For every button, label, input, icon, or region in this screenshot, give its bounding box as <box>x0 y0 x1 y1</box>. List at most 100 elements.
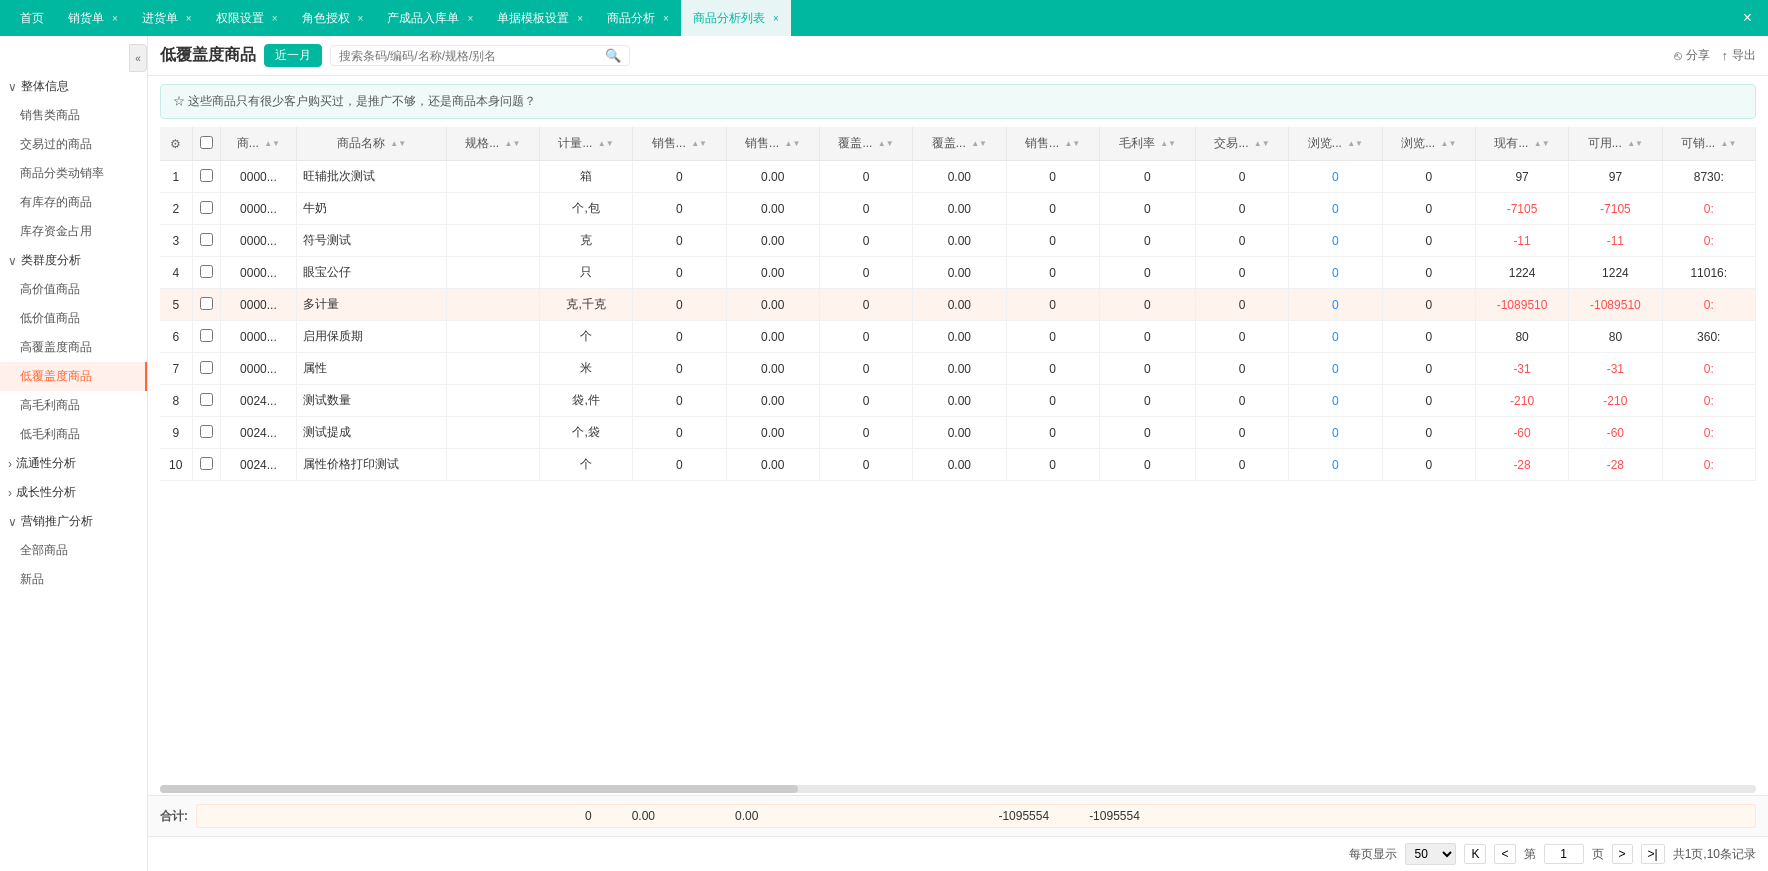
th-unit[interactable]: 计量... ▲▼ <box>539 127 632 161</box>
next-page-btn[interactable]: > <box>1612 844 1633 864</box>
sidebar-item-capital-usage[interactable]: 库存资金占用 <box>0 217 147 246</box>
horizontal-scrollbar[interactable] <box>160 785 1756 793</box>
th-cov2[interactable]: 覆盖... ▲▼ <box>913 127 1006 161</box>
nav-permission[interactable]: 权限设置 × <box>204 0 290 36</box>
row-select-checkbox[interactable] <box>200 169 213 182</box>
th-sales3[interactable]: 销售... ▲▼ <box>1006 127 1099 161</box>
nav-close-icon[interactable]: × <box>186 13 192 24</box>
row-select-checkbox[interactable] <box>200 425 213 438</box>
scrollbar-thumb[interactable] <box>160 785 798 793</box>
row-select-checkbox[interactable] <box>200 329 213 342</box>
row-select-checkbox[interactable] <box>200 265 213 278</box>
row-browse1[interactable]: 0 <box>1289 161 1382 193</box>
sidebar-item-high-coverage[interactable]: 高覆盖度商品 <box>0 333 147 362</box>
row-select-checkbox[interactable] <box>200 393 213 406</box>
last-page-btn[interactable]: >| <box>1641 844 1665 864</box>
nav-close-icon[interactable]: × <box>577 13 583 24</box>
th-browse2[interactable]: 浏览... ▲▼ <box>1382 127 1475 161</box>
th-current[interactable]: 现有... ▲▼ <box>1475 127 1568 161</box>
settings-icon[interactable]: ⚙ <box>170 137 181 151</box>
row-checkbox[interactable] <box>192 449 220 481</box>
row-checkbox[interactable] <box>192 321 220 353</box>
export-btn[interactable]: ↑ 导出 <box>1722 47 1757 64</box>
prev-page-btn[interactable]: < <box>1494 844 1515 864</box>
row-browse1[interactable]: 0 <box>1289 321 1382 353</box>
sidebar-item-sales-goods[interactable]: 销售类商品 <box>0 101 147 130</box>
sidebar-section-cluster[interactable]: ∨ 类群度分析 <box>0 246 147 275</box>
row-browse1[interactable]: 0 <box>1289 193 1382 225</box>
browse1-link[interactable]: 0 <box>1332 170 1339 184</box>
row-checkbox[interactable] <box>192 417 220 449</box>
sidebar-item-traded-goods[interactable]: 交易过的商品 <box>0 130 147 159</box>
per-page-select[interactable]: 50 100 200 <box>1405 843 1456 865</box>
th-name[interactable]: 商品名称 ▲▼ <box>297 127 446 161</box>
select-all-checkbox[interactable] <box>200 136 213 149</box>
row-checkbox[interactable] <box>192 385 220 417</box>
filter-recent-month-btn[interactable]: 近一月 <box>264 44 322 67</box>
nav-product-analysis-list[interactable]: 商品分析列表 × <box>681 0 791 36</box>
browse1-link[interactable]: 0 <box>1332 362 1339 376</box>
row-select-checkbox[interactable] <box>200 361 213 374</box>
row-browse1[interactable]: 0 <box>1289 417 1382 449</box>
nav-product-inbound[interactable]: 产成品入库单 × <box>375 0 485 36</box>
th-cov1[interactable]: 覆盖... ▲▼ <box>819 127 912 161</box>
browse1-link[interactable]: 0 <box>1332 330 1339 344</box>
row-browse1[interactable]: 0 <box>1289 225 1382 257</box>
row-checkbox[interactable] <box>192 257 220 289</box>
window-close-button[interactable]: × <box>1735 9 1760 27</box>
th-gross[interactable]: 毛利率 ▲▼ <box>1099 127 1195 161</box>
sidebar-section-overall[interactable]: ∨ 整体信息 <box>0 72 147 101</box>
nav-close-icon[interactable]: × <box>663 13 669 24</box>
row-browse1[interactable]: 0 <box>1289 385 1382 417</box>
table-container[interactable]: ⚙ 商... ▲▼ 商品名称 ▲▼ <box>148 127 1768 783</box>
nav-role-auth[interactable]: 角色授权 × <box>290 0 376 36</box>
row-select-checkbox[interactable] <box>200 201 213 214</box>
sidebar-item-stock-goods[interactable]: 有库存的商品 <box>0 188 147 217</box>
sidebar-item-category-rate[interactable]: 商品分类动销率 <box>0 159 147 188</box>
row-select-checkbox[interactable] <box>200 457 213 470</box>
row-select-checkbox[interactable] <box>200 297 213 310</box>
th-sales-qty[interactable]: 销售... ▲▼ <box>633 127 726 161</box>
row-checkbox[interactable] <box>192 225 220 257</box>
sidebar-item-low-coverage[interactable]: 低覆盖度商品 <box>0 362 147 391</box>
sidebar-item-high-value[interactable]: 高价值商品 <box>0 275 147 304</box>
th-settings[interactable]: ⚙ <box>160 127 192 161</box>
th-code[interactable]: 商... ▲▼ <box>220 127 297 161</box>
nav-sales-order[interactable]: 销货单 × <box>56 0 130 36</box>
nav-template[interactable]: 单据模板设置 × <box>485 0 595 36</box>
search-input[interactable] <box>339 49 605 63</box>
browse1-link[interactable]: 0 <box>1332 394 1339 408</box>
sidebar-item-all-goods[interactable]: 全部商品 <box>0 536 147 565</box>
nav-purchase-order[interactable]: 进货单 × <box>130 0 204 36</box>
nav-close-icon[interactable]: × <box>112 13 118 24</box>
sidebar-item-new-goods[interactable]: 新品 <box>0 565 147 594</box>
row-select-checkbox[interactable] <box>200 233 213 246</box>
th-trans[interactable]: 交易... ▲▼ <box>1195 127 1288 161</box>
browse1-link[interactable]: 0 <box>1332 234 1339 248</box>
nav-close-icon[interactable]: × <box>358 13 364 24</box>
browse1-link[interactable]: 0 <box>1332 458 1339 472</box>
sidebar-item-low-margin[interactable]: 低毛利商品 <box>0 420 147 449</box>
browse1-link[interactable]: 0 <box>1332 266 1339 280</box>
share-btn[interactable]: ⎋ 分享 <box>1674 47 1710 64</box>
browse1-link[interactable]: 0 <box>1332 298 1339 312</box>
th-spec[interactable]: 规格... ▲▼ <box>446 127 539 161</box>
sidebar-section-flow[interactable]: › 流通性分析 <box>0 449 147 478</box>
browse1-link[interactable]: 0 <box>1332 426 1339 440</box>
sidebar-section-marketing[interactable]: ∨ 营销推广分析 <box>0 507 147 536</box>
first-page-btn[interactable]: K <box>1464 844 1486 864</box>
row-checkbox[interactable] <box>192 353 220 385</box>
nav-close-icon[interactable]: × <box>272 13 278 24</box>
row-checkbox[interactable] <box>192 161 220 193</box>
nav-active-close-icon[interactable]: × <box>773 13 779 24</box>
sidebar-item-high-margin[interactable]: 高毛利商品 <box>0 391 147 420</box>
th-sellable[interactable]: 可销... ▲▼ <box>1662 127 1755 161</box>
sidebar-item-low-value[interactable]: 低价值商品 <box>0 304 147 333</box>
sidebar-collapse-btn[interactable]: « <box>129 44 147 72</box>
nav-close-icon[interactable]: × <box>467 13 473 24</box>
row-browse1[interactable]: 0 <box>1289 449 1382 481</box>
row-browse1[interactable]: 0 <box>1289 353 1382 385</box>
th-checkbox[interactable] <box>192 127 220 161</box>
nav-home[interactable]: 首页 <box>8 0 56 36</box>
page-number-input[interactable] <box>1544 844 1584 864</box>
